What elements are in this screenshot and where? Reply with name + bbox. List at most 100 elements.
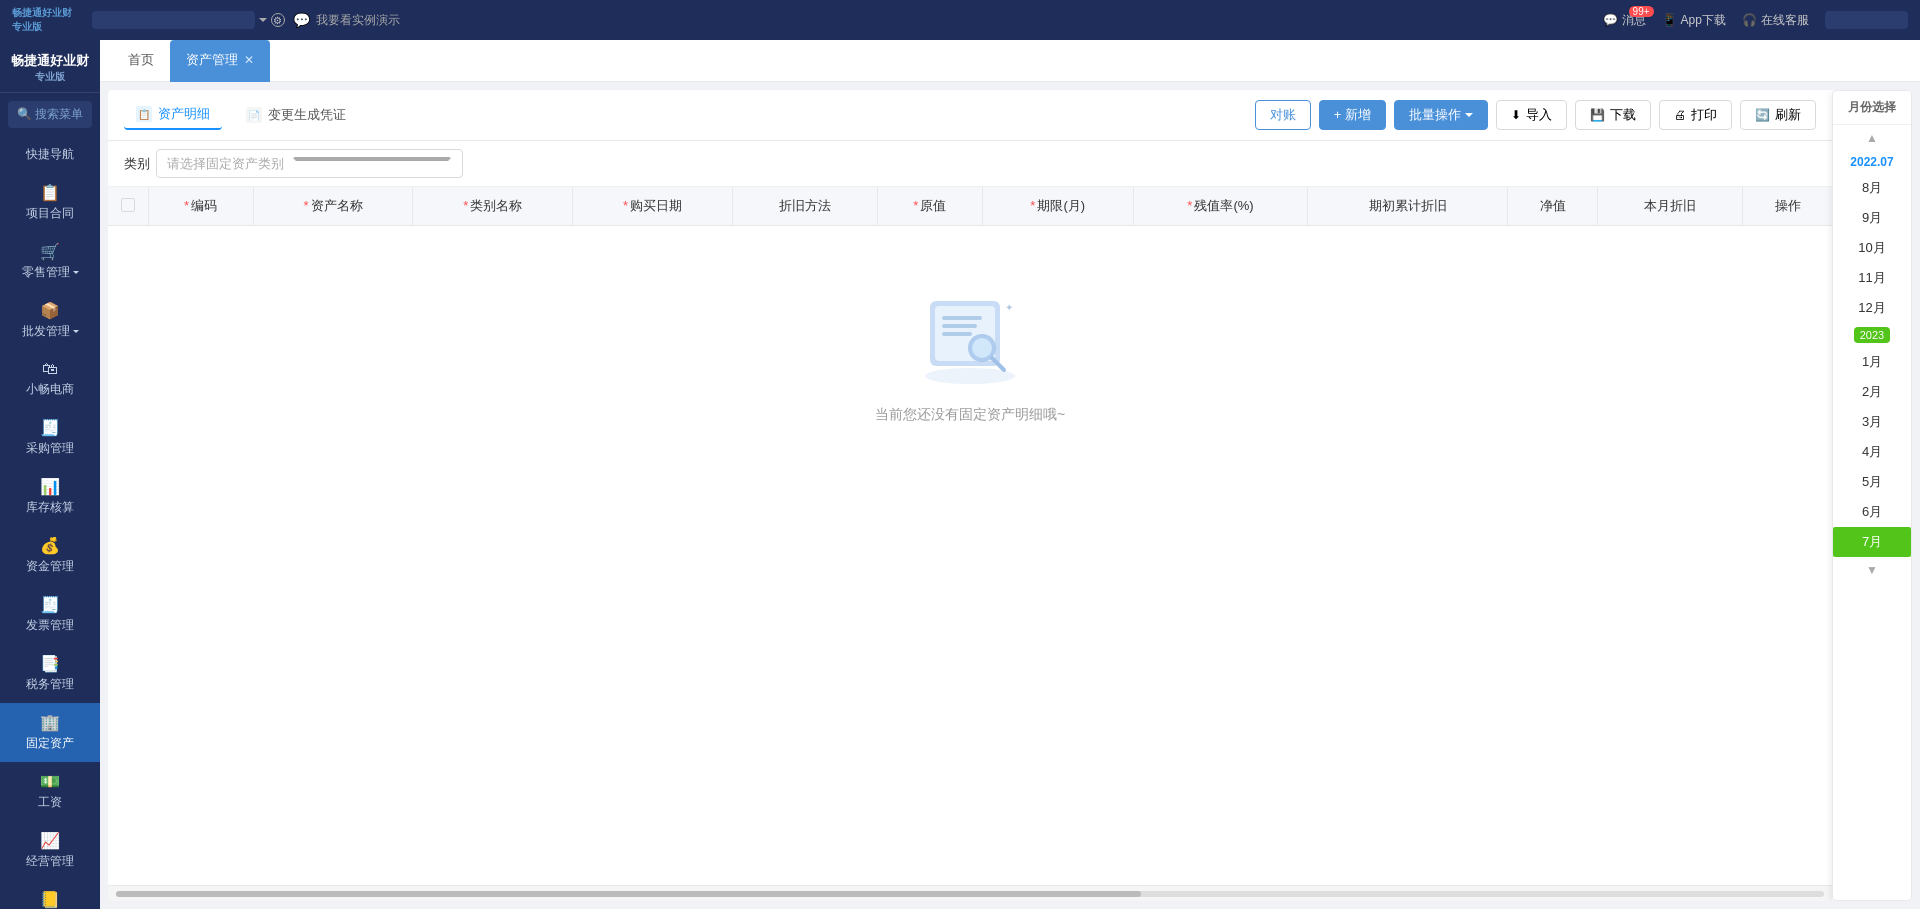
tab-close-icon[interactable]: ✕ bbox=[244, 53, 254, 67]
sidebar-item-ledger[interactable]: 📒 总账管理 bbox=[0, 880, 100, 909]
demo-link[interactable]: 💬 我要看实例演示 bbox=[293, 12, 400, 29]
month-picker-panel: 月份选择 ▲ 2022.07 8月 9月 10月 11月 12月 2023 1月… bbox=[1832, 90, 1912, 901]
select-all-checkbox[interactable] bbox=[121, 198, 135, 212]
sidebar-item-retail[interactable]: 🛒 零售管理 bbox=[0, 232, 100, 291]
sub-tab-change-voucher[interactable]: 📄 变更生成凭证 bbox=[234, 101, 358, 129]
sidebar-item-invoice[interactable]: 🧾 发票管理 bbox=[0, 585, 100, 644]
th-category-name: 类别名称 bbox=[413, 187, 573, 226]
month-12[interactable]: 12月 bbox=[1833, 293, 1911, 323]
month-nav-down[interactable]: ▼ bbox=[1858, 561, 1886, 579]
top-bar-right: 💬 消息 99+ 📱 App下载 🎧 在线客服 bbox=[1603, 11, 1908, 29]
online-service-button[interactable]: 🎧 在线客服 bbox=[1742, 12, 1809, 29]
retail-arrow-icon bbox=[73, 271, 79, 277]
sidebar-item-fixed-assets[interactable]: 🏢 固定资产 bbox=[0, 703, 100, 762]
th-original-value: 原值 bbox=[877, 187, 982, 226]
th-depreciation-method: 折旧方法 bbox=[732, 187, 877, 226]
refresh-button[interactable]: 🔄 刷新 bbox=[1740, 100, 1816, 130]
month-2023-2[interactable]: 2月 bbox=[1833, 377, 1911, 407]
tab-asset-mgmt[interactable]: 资产管理 ✕ bbox=[170, 40, 270, 82]
user-profile[interactable] bbox=[1825, 11, 1908, 29]
th-code: 编码 bbox=[148, 187, 253, 226]
filter-bar: 类别 请选择固定资产类别 bbox=[108, 141, 1832, 187]
sidebar-item-project[interactable]: 📋 项目合同 bbox=[0, 173, 100, 232]
sidebar-item-tax[interactable]: 📑 税务管理 bbox=[0, 644, 100, 703]
month-2023-3[interactable]: 3月 bbox=[1833, 407, 1911, 437]
add-button[interactable]: + 新增 bbox=[1319, 100, 1386, 130]
message-button[interactable]: 💬 消息 99+ bbox=[1603, 12, 1646, 29]
tab-home[interactable]: 首页 bbox=[112, 40, 170, 82]
invoice-icon: 🧾 bbox=[40, 595, 60, 614]
category-label: 类别 bbox=[124, 155, 150, 173]
content-area: 首页 资产管理 ✕ 📋 资产明细 📄 变更生成凭证 bbox=[100, 40, 1920, 909]
sub-tab-asset-detail[interactable]: 📋 资产明细 bbox=[124, 100, 222, 130]
scroll-track[interactable] bbox=[116, 891, 1824, 897]
ecommerce-icon: 🛍 bbox=[42, 360, 58, 378]
import-button[interactable]: ⬇ 导入 bbox=[1496, 100, 1567, 130]
th-net-value: 净值 bbox=[1507, 187, 1597, 226]
download-button[interactable]: 💾 下载 bbox=[1575, 100, 1651, 130]
month-nav-up[interactable]: ▲ bbox=[1858, 129, 1886, 147]
svg-point-0 bbox=[925, 368, 1015, 384]
wholesale-icon: 📦 bbox=[40, 301, 60, 320]
reconcile-button[interactable]: 对账 bbox=[1255, 100, 1311, 130]
company-dropdown-arrow[interactable] bbox=[259, 18, 267, 26]
category-select-arrow-icon bbox=[292, 157, 452, 173]
month-picker-header: 月份选择 bbox=[1833, 91, 1911, 125]
category-filter-group: 类别 请选择固定资产类别 bbox=[124, 149, 463, 178]
sidebar: 畅捷通好业财 专业版 🔍 搜索菜单 快捷导航 📋 项目合同 🛒 零售管理 📦 批… bbox=[0, 40, 100, 909]
top-bar: 畅捷通好业财 专业版 ⚙ 💬 我要看实例演示 💬 消息 99+ 📱 App下载 bbox=[0, 0, 1920, 40]
empty-icon: ✦ bbox=[910, 286, 1030, 386]
svg-rect-4 bbox=[942, 324, 977, 328]
settings-icon[interactable]: ⚙ bbox=[271, 13, 285, 27]
sidebar-item-ecommerce[interactable]: 🛍 小畅电商 bbox=[0, 350, 100, 408]
th-purchase-date: 购买日期 bbox=[573, 187, 733, 226]
month-8[interactable]: 8月 bbox=[1833, 173, 1911, 203]
month-2023-4[interactable]: 4月 bbox=[1833, 437, 1911, 467]
sidebar-item-inventory[interactable]: 📊 库存核算 bbox=[0, 467, 100, 526]
th-accumulated-depreciation: 期初累计折旧 bbox=[1308, 187, 1508, 226]
month-2023-1[interactable]: 1月 bbox=[1833, 347, 1911, 377]
app-brand: 畅捷通好业财 专业版 bbox=[12, 6, 72, 34]
month-2023-7[interactable]: 7月 bbox=[1833, 527, 1911, 557]
wholesale-arrow-icon bbox=[73, 330, 79, 336]
change-voucher-tab-icon: 📄 bbox=[246, 107, 262, 123]
retail-icon: 🛒 bbox=[40, 242, 60, 261]
sidebar-item-payroll[interactable]: 💵 工资 bbox=[0, 762, 100, 821]
sidebar-search[interactable]: 🔍 搜索菜单 bbox=[8, 101, 92, 128]
month-9[interactable]: 9月 bbox=[1833, 203, 1911, 233]
sidebar-logo: 畅捷通好业财 专业版 bbox=[0, 40, 100, 93]
month-2023-5[interactable]: 5月 bbox=[1833, 467, 1911, 497]
month-2023-6[interactable]: 6月 bbox=[1833, 497, 1911, 527]
inner-content: 📋 资产明细 📄 变更生成凭证 对账 + 新增 bbox=[108, 90, 1832, 901]
batch-dropdown-icon bbox=[1465, 113, 1473, 121]
page-content: 📋 资产明细 📄 变更生成凭证 对账 + 新增 bbox=[108, 90, 1912, 901]
month-11[interactable]: 11月 bbox=[1833, 263, 1911, 293]
category-select[interactable]: 请选择固定资产类别 bbox=[156, 149, 463, 178]
sidebar-item-operations[interactable]: 📈 经营管理 bbox=[0, 821, 100, 880]
sidebar-item-purchase[interactable]: 🧾 采购管理 bbox=[0, 408, 100, 467]
empty-state: ✦ 当前您还没有固定资产明细哦~ bbox=[108, 226, 1832, 484]
sidebar-item-wholesale[interactable]: 📦 批发管理 bbox=[0, 291, 100, 350]
svg-rect-3 bbox=[942, 316, 982, 320]
message-badge: 99+ bbox=[1629, 6, 1654, 17]
table-container: 编码 资产名称 类别名称 购买日期 折旧方法 原值 期限(月) 残值率(%) 期… bbox=[108, 187, 1832, 885]
scroll-thumb[interactable] bbox=[116, 891, 1141, 897]
table-select-all-th[interactable] bbox=[108, 187, 148, 226]
sidebar-item-finance[interactable]: 💰 资金管理 bbox=[0, 526, 100, 585]
month-10[interactable]: 10月 bbox=[1833, 233, 1911, 263]
batch-button[interactable]: 批量操作 bbox=[1394, 100, 1488, 130]
company-selector[interactable] bbox=[92, 11, 255, 29]
print-button[interactable]: 🖨 打印 bbox=[1659, 100, 1732, 130]
sub-tab-bar: 📋 资产明细 📄 变更生成凭证 对账 + 新增 bbox=[108, 90, 1832, 141]
svg-text:✦: ✦ bbox=[1005, 302, 1013, 313]
app-download-button[interactable]: 📱 App下载 bbox=[1662, 12, 1726, 29]
sidebar-item-quick-nav[interactable]: 快捷导航 bbox=[0, 136, 100, 173]
tab-bar: 首页 资产管理 ✕ bbox=[100, 40, 1920, 82]
operations-icon: 📈 bbox=[40, 831, 60, 850]
th-monthly-depreciation: 本月折旧 bbox=[1598, 187, 1743, 226]
bottom-scrollbar[interactable] bbox=[108, 885, 1832, 901]
th-operation: 操作 bbox=[1743, 187, 1832, 226]
app-subtitle: 专业版 bbox=[12, 20, 72, 34]
th-period: 期限(月) bbox=[982, 187, 1133, 226]
main-layout: 畅捷通好业财 专业版 🔍 搜索菜单 快捷导航 📋 项目合同 🛒 零售管理 📦 批… bbox=[0, 40, 1920, 909]
